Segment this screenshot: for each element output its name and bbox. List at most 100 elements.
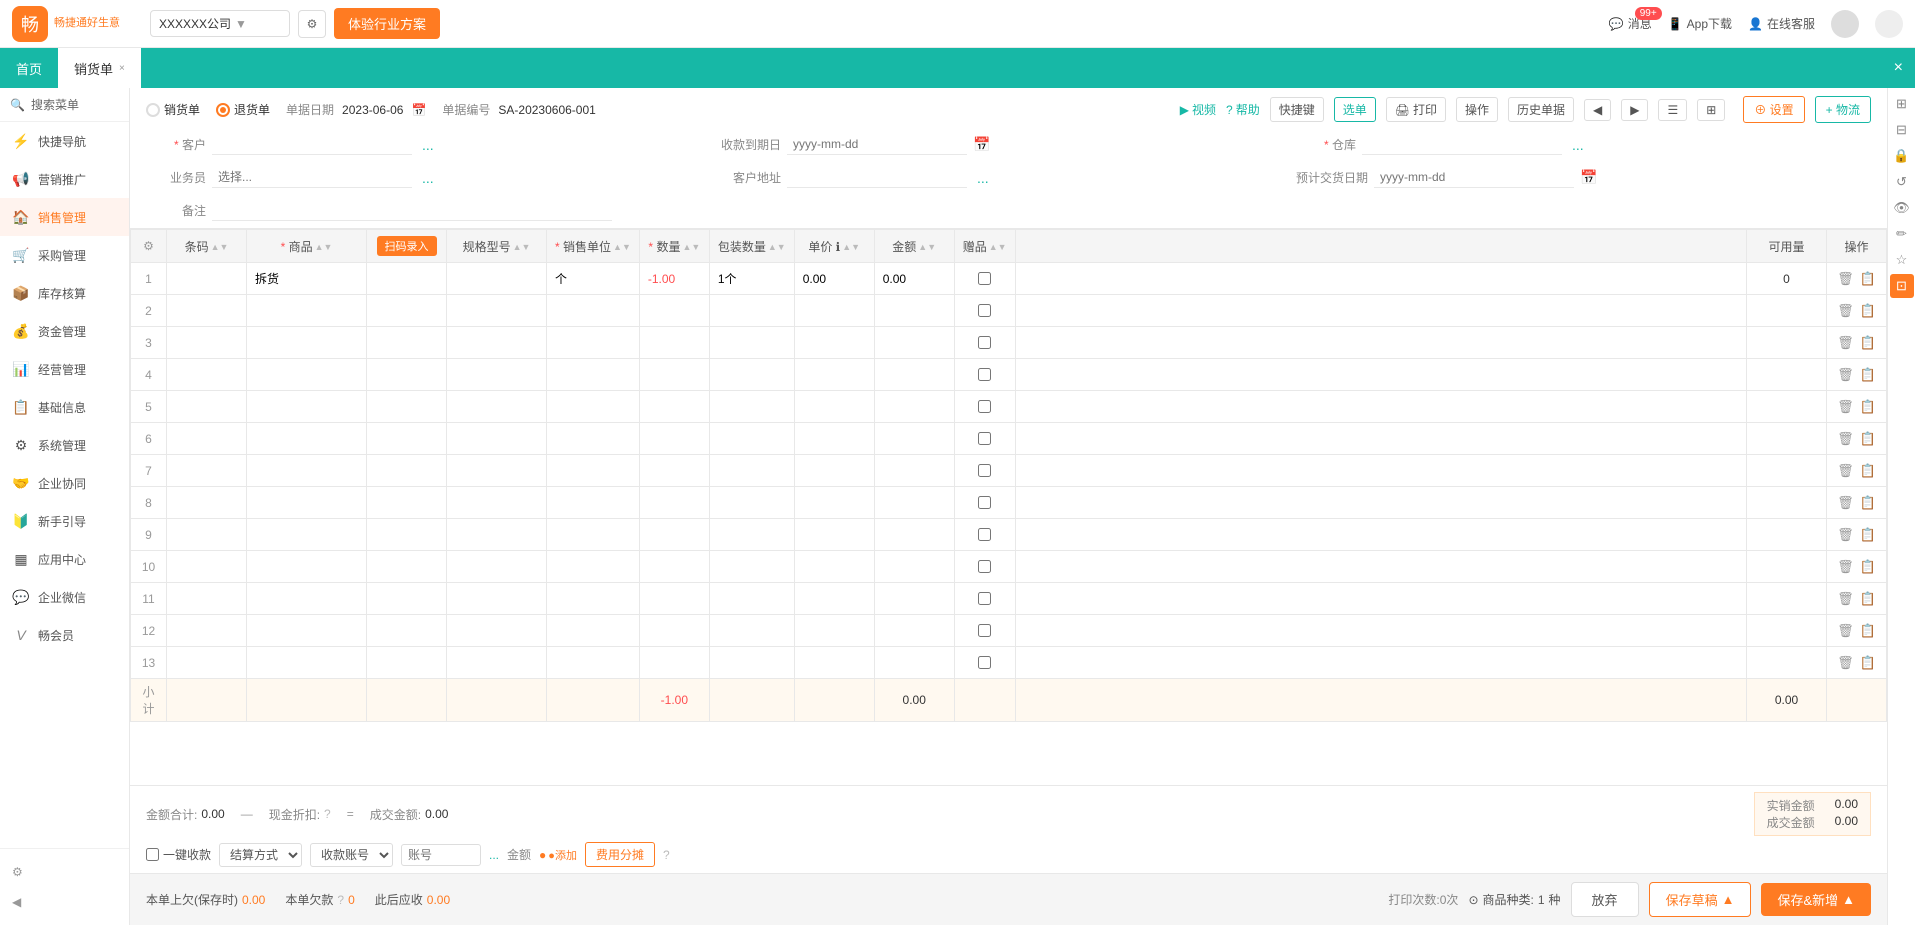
row-spec-5[interactable]: [447, 391, 547, 423]
row-price-8[interactable]: [794, 487, 874, 519]
row-qty-3[interactable]: [639, 327, 709, 359]
row-price-10[interactable]: [794, 551, 874, 583]
sidebar-item-appstore[interactable]: ▦ 应用中心: [0, 540, 129, 578]
row-qty-9[interactable]: [639, 519, 709, 551]
row-pkgqty-6[interactable]: [709, 423, 794, 455]
form-settings-button[interactable]: ⊕ 设置: [1743, 96, 1804, 123]
row-delete-icon-5[interactable]: 🗑: [1837, 399, 1854, 415]
row-barcode-9[interactable]: [167, 519, 247, 551]
row-copy-icon-6[interactable]: 📋: [1860, 431, 1876, 447]
salesperson-input[interactable]: [212, 167, 412, 188]
row-gift-1[interactable]: [954, 263, 1015, 295]
row-spec-12[interactable]: [447, 615, 547, 647]
row-unit-4[interactable]: [547, 359, 640, 391]
tab-sales-order[interactable]: 销货单 ×: [58, 48, 141, 88]
row-copy-icon-13[interactable]: 📋: [1860, 655, 1876, 671]
th-scan[interactable]: 扫码录入: [367, 230, 447, 263]
right-panel-orange-button[interactable]: ⊡: [1890, 274, 1914, 298]
row-price-4[interactable]: [794, 359, 874, 391]
row-amount-7[interactable]: [874, 455, 954, 487]
row-goods-3[interactable]: [247, 327, 367, 359]
row-amount-2[interactable]: [874, 295, 954, 327]
print-button[interactable]: 🖨 打印: [1386, 97, 1446, 122]
sidebar-item-system[interactable]: ⚙ 系统管理: [0, 426, 129, 464]
sidebar-item-sales[interactable]: 🏠 销售管理: [0, 198, 129, 236]
row-goods-9[interactable]: [247, 519, 367, 551]
select-order-button[interactable]: 选单: [1334, 97, 1376, 122]
one-click-payment-checkbox[interactable]: 一键收款: [146, 846, 211, 863]
warehouse-dots-button[interactable]: ...: [1572, 137, 1584, 153]
row-delete-icon-7[interactable]: 🗑: [1837, 463, 1854, 479]
row-barcode-5[interactable]: [167, 391, 247, 423]
row-barcode-13[interactable]: [167, 647, 247, 679]
right-panel-grid1-button[interactable]: ⊞: [1890, 92, 1914, 116]
row-pkgqty-11[interactable]: [709, 583, 794, 615]
expense-help-icon[interactable]: ?: [663, 848, 670, 862]
payment-account-select[interactable]: 收款账号: [310, 843, 393, 867]
row-amount-1[interactable]: [874, 263, 954, 295]
sidebar-item-purchase[interactable]: 🛒 采购管理: [0, 236, 129, 274]
radio-return-order[interactable]: 退货单: [216, 101, 270, 118]
right-panel-refresh-button[interactable]: ↺: [1890, 170, 1914, 194]
row-price-1[interactable]: [794, 263, 874, 295]
row-delete-icon-4[interactable]: 🗑: [1837, 367, 1854, 383]
one-click-checkbox[interactable]: [146, 848, 159, 861]
row-unit-13[interactable]: [547, 647, 640, 679]
sidebar-item-collab[interactable]: 🤝 企业协同: [0, 464, 129, 502]
row-pkgqty-9[interactable]: [709, 519, 794, 551]
video-link[interactable]: ▶ 视频: [1180, 101, 1216, 118]
discount-info-icon[interactable]: ?: [324, 807, 331, 821]
sidebar-search[interactable]: 🔍 搜索菜单: [0, 88, 129, 122]
row-price-12[interactable]: [794, 615, 874, 647]
row-pkgqty-1[interactable]: [709, 263, 794, 295]
row-pkgqty-4[interactable]: [709, 359, 794, 391]
row-qty-2[interactable]: [639, 295, 709, 327]
sidebar-item-business[interactable]: 📊 经营管理: [0, 350, 129, 388]
grid-view-button[interactable]: ⊞: [1697, 99, 1725, 121]
radio-goods-type[interactable]: ⊙: [1468, 893, 1478, 907]
row-delete-icon-1[interactable]: 🗑: [1837, 271, 1854, 287]
row-copy-icon-2[interactable]: 📋: [1860, 303, 1876, 319]
th-price[interactable]: 单价 ℹ▲▼: [794, 230, 874, 263]
row-qty-11[interactable]: [639, 583, 709, 615]
row-gift-11[interactable]: [954, 583, 1015, 615]
row-price-6[interactable]: [794, 423, 874, 455]
row-unit-8[interactable]: [547, 487, 640, 519]
customer-dots-button[interactable]: ...: [422, 137, 434, 153]
row-gift-12[interactable]: [954, 615, 1015, 647]
row-qty-13[interactable]: [639, 647, 709, 679]
customer-addr-input[interactable]: [787, 167, 967, 188]
row-barcode-3[interactable]: [167, 327, 247, 359]
save-draft-button[interactable]: 保存草稿 ▲: [1649, 882, 1752, 917]
row-goods-2[interactable]: [247, 295, 367, 327]
row-delete-icon-12[interactable]: 🗑: [1837, 623, 1854, 639]
add-payment-button[interactable]: ● ●添加: [539, 847, 577, 863]
row-pkgqty-2[interactable]: [709, 295, 794, 327]
history-button[interactable]: 历史单据: [1508, 97, 1574, 122]
row-unit-1[interactable]: [547, 263, 640, 295]
row-pkgqty-7[interactable]: [709, 455, 794, 487]
tab-home[interactable]: 首页: [0, 48, 58, 88]
row-unit-11[interactable]: [547, 583, 640, 615]
row-unit-3[interactable]: [547, 327, 640, 359]
row-amount-9[interactable]: [874, 519, 954, 551]
row-goods-6[interactable]: [247, 423, 367, 455]
row-barcode-7[interactable]: [167, 455, 247, 487]
payment-method-select[interactable]: 结算方式: [219, 843, 302, 867]
account-input[interactable]: [401, 844, 481, 866]
row-spec-9[interactable]: [447, 519, 547, 551]
row-unit-5[interactable]: [547, 391, 640, 423]
row-amount-6[interactable]: [874, 423, 954, 455]
settings-gear-button[interactable]: ⚙: [298, 10, 326, 38]
row-spec-1[interactable]: [447, 263, 547, 295]
row-copy-icon-12[interactable]: 📋: [1860, 623, 1876, 639]
row-qty-8[interactable]: [639, 487, 709, 519]
row-gift-4[interactable]: [954, 359, 1015, 391]
row-copy-icon-8[interactable]: 📋: [1860, 495, 1876, 511]
th-gift[interactable]: 赠品▲▼: [954, 230, 1015, 263]
expected-delivery-input[interactable]: [1374, 167, 1574, 188]
row-gift-7[interactable]: [954, 455, 1015, 487]
account-dots[interactable]: ...: [489, 848, 499, 862]
row-spec-13[interactable]: [447, 647, 547, 679]
row-pkgqty-12[interactable]: [709, 615, 794, 647]
